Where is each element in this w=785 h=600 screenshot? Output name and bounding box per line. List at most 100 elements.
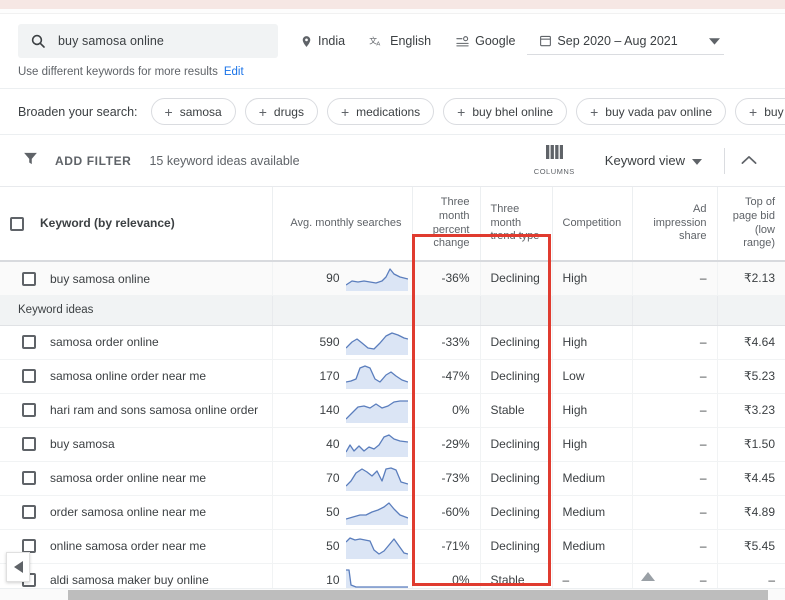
search-helper-row: Use different keywords for more results E… bbox=[0, 60, 785, 89]
section-header-spacer bbox=[552, 295, 633, 326]
keyword-planner-screen: buy samosa online India 文 A English Goog… bbox=[0, 0, 785, 600]
columns-button[interactable]: COLUMNS bbox=[520, 145, 589, 176]
caret-down-icon[interactable] bbox=[708, 37, 720, 45]
row-checkbox[interactable] bbox=[22, 335, 36, 350]
horizontal-scrollbar-thumb[interactable] bbox=[68, 590, 768, 600]
trend-type-cell: Declining bbox=[480, 261, 553, 296]
table-row[interactable]: samosa online order near me 170 -47% Declin… bbox=[0, 359, 785, 394]
competition-cell: High bbox=[552, 325, 633, 360]
competition-cell: High bbox=[552, 261, 633, 296]
plus-icon: + bbox=[258, 103, 267, 120]
row-checkbox[interactable] bbox=[22, 505, 36, 520]
avg-monthly-searches-cell: 140 bbox=[272, 393, 413, 428]
ad-impression-share-cell: – bbox=[632, 359, 718, 394]
table-row[interactable]: online samosa order near me 50 -71% Declini… bbox=[0, 529, 785, 564]
trend-type-cell: Declining bbox=[480, 359, 553, 394]
percent-change-cell: -36% bbox=[412, 261, 481, 296]
keyword-ideas-count: 15 keyword ideas available bbox=[149, 153, 300, 168]
search-volume-value: 170 bbox=[319, 369, 340, 383]
row-checkbox[interactable] bbox=[22, 437, 36, 452]
chevron-up-icon bbox=[741, 152, 757, 169]
collapse-panel-button[interactable] bbox=[731, 152, 771, 170]
keyword-text: online samosa order near me bbox=[50, 539, 207, 554]
plus-icon: + bbox=[457, 103, 466, 120]
table-row[interactable]: order samosa online near me 50 -60% Declini… bbox=[0, 495, 785, 530]
percent-change-cell: -73% bbox=[412, 461, 481, 496]
plus-icon: + bbox=[590, 103, 599, 120]
trend-type-cell: Declining bbox=[480, 461, 553, 496]
chip-label: drugs bbox=[273, 104, 304, 119]
trend-sparkline bbox=[345, 268, 408, 292]
location-filter[interactable]: India bbox=[288, 28, 357, 54]
percent-change-cell: -47% bbox=[412, 359, 481, 394]
date-range-filter[interactable]: Sep 2020 – Aug 2021 bbox=[527, 28, 724, 55]
scroll-left-button[interactable] bbox=[6, 552, 30, 582]
trend-type-cell: Declining bbox=[480, 427, 553, 462]
broaden-chip-buy-biryani-online[interactable]: + buy biryani online bbox=[735, 98, 785, 125]
scroll-up-indicator[interactable] bbox=[641, 568, 655, 586]
table-row[interactable]: buy samosa 40 -29% Declining High – ₹1.50 bbox=[0, 427, 785, 462]
ad-impression-share-cell: – bbox=[632, 261, 718, 296]
section-header-spacer bbox=[717, 295, 785, 326]
competition-cell: Medium bbox=[552, 529, 633, 564]
column-header-three-month-percent-change[interactable]: Three month percent change bbox=[412, 187, 481, 262]
search-input[interactable]: buy samosa online bbox=[18, 24, 278, 58]
avg-monthly-searches-cell: 170 bbox=[272, 359, 413, 394]
search-volume-value: 40 bbox=[326, 437, 340, 451]
table-row[interactable]: hari ram and sons samosa online order 140… bbox=[0, 393, 785, 428]
column-header-competition[interactable]: Competition bbox=[552, 187, 633, 262]
competition-cell: Medium bbox=[552, 461, 633, 496]
row-checkbox[interactable] bbox=[22, 403, 36, 418]
row-checkbox[interactable] bbox=[22, 471, 36, 486]
keyword-cell: buy samosa online bbox=[0, 261, 273, 296]
broaden-chip-buy-vada-pav-online[interactable]: + buy vada pav online bbox=[576, 98, 727, 125]
trend-sparkline bbox=[345, 434, 408, 457]
trend-sparkline bbox=[345, 365, 408, 389]
avg-monthly-searches-cell: 40 bbox=[272, 427, 413, 462]
column-header-keyword[interactable]: Keyword (by relevance) bbox=[0, 187, 273, 262]
row-checkbox[interactable] bbox=[22, 369, 36, 384]
keyword-cell: online samosa order near me bbox=[0, 529, 273, 564]
columns-button-label: COLUMNS bbox=[533, 167, 575, 176]
column-header-avg-monthly-searches[interactable]: Avg. monthly searches bbox=[272, 187, 413, 262]
plus-icon: + bbox=[340, 103, 350, 120]
horizontal-scrollbar[interactable] bbox=[0, 588, 785, 600]
top-of-page-bid-cell: ₹4.89 bbox=[717, 495, 785, 530]
search-volume-value: 50 bbox=[326, 505, 340, 519]
broaden-search-row: Broaden your search: + samosa + drugs + med… bbox=[0, 89, 785, 135]
broaden-chip-samosa[interactable]: + samosa bbox=[150, 98, 236, 125]
ad-impression-share-cell: – bbox=[632, 427, 718, 462]
table-row[interactable]: samosa order online near me 70 -73% Declini… bbox=[0, 461, 785, 496]
ad-impression-share-cell: – bbox=[632, 393, 718, 428]
keyword-text: order samosa online near me bbox=[50, 505, 207, 520]
percent-change-cell: -33% bbox=[412, 325, 481, 360]
table-row[interactable]: samosa order online 590 -33% Declining High –… bbox=[0, 325, 785, 360]
column-header-top-of-page-bid[interactable]: Top of page bid (low range) bbox=[717, 187, 785, 262]
keyword-cell: hari ram and sons samosa online order bbox=[0, 393, 273, 428]
language-filter[interactable]: 文 A English bbox=[357, 28, 443, 54]
keyword-text: hari ram and sons samosa online order bbox=[50, 403, 259, 418]
top-of-page-bid-cell: ₹3.23 bbox=[717, 393, 785, 428]
broaden-chip-buy-bhel-online[interactable]: + buy bhel online bbox=[443, 98, 568, 125]
chip-label: buy biryani online bbox=[764, 104, 785, 119]
top-of-page-bid-cell: ₹4.45 bbox=[717, 461, 785, 496]
broaden-chip-medications[interactable]: + medications bbox=[326, 98, 435, 125]
add-filter-button[interactable]: ADD FILTER bbox=[55, 154, 131, 168]
funnel-icon[interactable] bbox=[22, 150, 39, 172]
column-header-three-month-trend-type[interactable]: Three month trend type bbox=[480, 187, 553, 262]
keyword-text: samosa order online near me bbox=[50, 471, 207, 486]
edit-keywords-link[interactable]: Edit bbox=[224, 66, 244, 78]
row-checkbox[interactable] bbox=[22, 271, 36, 286]
competition-cell: Low bbox=[552, 359, 633, 394]
network-filter[interactable]: Google bbox=[443, 28, 527, 54]
view-selector[interactable]: Keyword view bbox=[589, 153, 718, 168]
select-all-checkbox[interactable] bbox=[10, 216, 24, 231]
trend-sparkline bbox=[345, 502, 408, 525]
table-row[interactable]: buy samosa online 90 -36% Declining High – ₹2.… bbox=[0, 261, 785, 296]
column-header-ad-impression-share[interactable]: Ad impression share bbox=[632, 187, 718, 262]
broaden-chip-drugs[interactable]: + drugs bbox=[244, 98, 318, 125]
column-header-keyword-label: Keyword (by relevance) bbox=[40, 216, 175, 231]
columns-icon bbox=[545, 145, 563, 164]
search-row: buy samosa online India 文 A English Goog… bbox=[0, 14, 785, 60]
avg-monthly-searches-cell: 50 bbox=[272, 495, 413, 530]
